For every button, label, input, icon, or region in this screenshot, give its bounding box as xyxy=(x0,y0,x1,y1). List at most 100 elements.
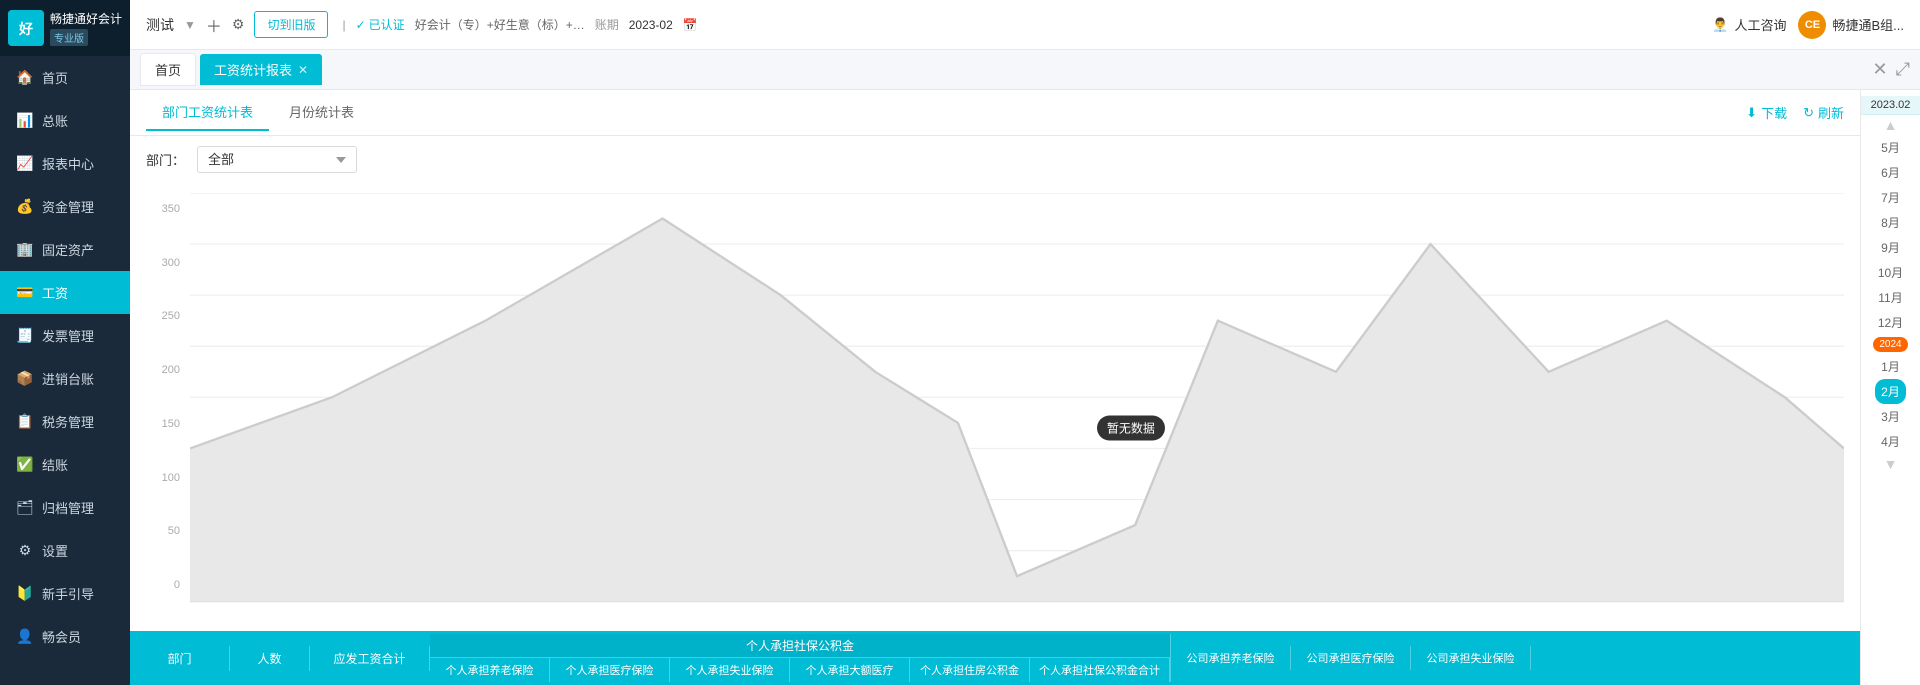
tab-close-button[interactable]: ✕ xyxy=(298,63,308,77)
sidebar-item-settings[interactable]: ⚙ 设置 xyxy=(0,529,130,572)
sidebar-item-invoice[interactable]: 🧾 发票管理 xyxy=(0,314,130,357)
content-panel: 部门工资统计表 月份统计表 ⬇ 下载 ↻ 刷新 xyxy=(130,90,1860,685)
sidebar-label-home: 首页 xyxy=(42,68,68,87)
report-icon: 📈 xyxy=(16,155,34,172)
sidebar: 好 畅捷通好会计 专业版 🏠 首页 📊 总账 📈 报表中心 💰 xyxy=(0,0,130,685)
date-nav-down[interactable]: ▼ xyxy=(1882,454,1900,474)
sidebar-item-salary[interactable]: 💳 工资 xyxy=(0,271,130,314)
minimize-button[interactable]: ✕ xyxy=(1873,59,1888,80)
th-payroll: 应发工资合计 xyxy=(310,646,430,671)
th-personal-unemployment: 个人承担失业保险 xyxy=(670,658,790,682)
topbar-right: 👨‍💼 人工咨询 CE 畅捷通B组... xyxy=(1712,11,1904,39)
sidebar-label-fund: 资金管理 xyxy=(42,197,94,216)
sidebar-header: 好 畅捷通好会计 专业版 xyxy=(0,0,130,56)
sidebar-label-invoice: 发票管理 xyxy=(42,326,94,345)
date-month-10[interactable]: 10月 xyxy=(1861,260,1920,285)
dept-filter-select[interactable]: 全部 财务部 人事部 销售部 技术部 xyxy=(197,146,357,173)
ai-consultant-button[interactable]: 👨‍💼 人工咨询 xyxy=(1712,15,1786,34)
sidebar-label-stock: 进销台账 xyxy=(42,369,94,388)
refresh-button[interactable]: ↻ 刷新 xyxy=(1803,103,1844,122)
secondary-tabs: 部门工资统计表 月份统计表 ⬇ 下载 ↻ 刷新 xyxy=(130,90,1860,136)
date-month-9[interactable]: 9月 xyxy=(1861,235,1920,260)
y-label-150: 150 xyxy=(146,418,186,430)
date-month-4-2024[interactable]: 4月 xyxy=(1861,429,1920,454)
th-personal-housing: 个人承担住房公积金 xyxy=(910,658,1030,682)
sidebar-item-fund[interactable]: 💰 资金管理 xyxy=(0,185,130,228)
date-month-7[interactable]: 7月 xyxy=(1861,185,1920,210)
salary-icon: 💳 xyxy=(16,284,34,301)
sidebar-item-home[interactable]: 🏠 首页 xyxy=(0,56,130,99)
guide-icon: 🔰 xyxy=(16,585,34,602)
sidebar-item-archive[interactable]: 🗂 归档管理 xyxy=(0,486,130,529)
table-header-bar: 部门 人数 应发工资合计 个人承担社保公积金 个人承担养老保险 个人承担医疗保险… xyxy=(130,631,1860,685)
sidebar-item-ledger[interactable]: 📊 总账 xyxy=(0,99,130,142)
sidebar-item-asset[interactable]: 🏢 固定资产 xyxy=(0,228,130,271)
sidebar-item-stock[interactable]: 📦 进销台账 xyxy=(0,357,130,400)
period-value: 2023-02 xyxy=(629,18,673,32)
maximize-button[interactable]: ⤢ xyxy=(1896,59,1910,80)
th-personal-extra-medical: 个人承担大额医疗 xyxy=(790,658,910,682)
chart-area: 0 50 100 150 200 250 300 350 xyxy=(130,183,1860,631)
topbar: 测试 ▼ ＋ ⚙ 切到旧版 | ✓ 已认证 好会计（专）+好生意（标）+… 账期… xyxy=(130,0,1920,50)
app-logo: 好 xyxy=(8,10,44,46)
date-month-1-2024[interactable]: 1月 xyxy=(1861,354,1920,379)
verified-icon: ✓ xyxy=(356,18,366,32)
separator1: | xyxy=(342,18,345,32)
sidebar-label-closeacct: 结账 xyxy=(42,455,68,474)
tab-monthly[interactable]: 月份统计表 xyxy=(273,94,370,131)
period-label: 账期 xyxy=(595,16,619,33)
sidebar-item-closeacct[interactable]: ✅ 结账 xyxy=(0,443,130,486)
y-label-100: 100 xyxy=(146,472,186,484)
tab-home[interactable]: 首页 xyxy=(140,53,196,86)
app-edition: 专业版 xyxy=(50,29,88,46)
stock-icon: 📦 xyxy=(16,370,34,387)
tab-dept-label: 部门工资统计表 xyxy=(162,105,253,120)
tab-dept-salary[interactable]: 部门工资统计表 xyxy=(146,94,269,131)
svg-text:好: 好 xyxy=(18,21,33,37)
sidebar-item-report[interactable]: 📈 报表中心 xyxy=(0,142,130,185)
th-company-medical: 公司承担医疗保险 xyxy=(1291,646,1411,670)
date-nav-up[interactable]: ▲ xyxy=(1882,115,1900,135)
calendar-icon[interactable]: 📅 xyxy=(683,18,698,32)
sidebar-label-tax: 税务管理 xyxy=(42,412,94,431)
sidebar-label-member: 畅会员 xyxy=(42,627,81,646)
home-icon: 🏠 xyxy=(16,69,34,86)
sidebar-item-tax[interactable]: 📋 税务管理 xyxy=(0,400,130,443)
date-month-11[interactable]: 11月 xyxy=(1861,285,1920,310)
download-label: 下载 xyxy=(1761,103,1787,122)
user-profile[interactable]: CE 畅捷通B组... xyxy=(1798,11,1904,39)
user-avatar: CE xyxy=(1798,11,1826,39)
page-area: 部门工资统计表 月份统计表 ⬇ 下载 ↻ 刷新 xyxy=(130,90,1920,685)
date-month-12[interactable]: 12月 xyxy=(1861,310,1920,335)
verified-label: 已认证 xyxy=(369,16,405,33)
date-month-2-2024[interactable]: 2月 xyxy=(1875,379,1906,404)
settings-button[interactable]: ⚙ xyxy=(232,16,245,33)
tab-salary-report[interactable]: 工资统计报表 ✕ xyxy=(200,54,322,85)
download-icon: ⬇ xyxy=(1746,105,1757,121)
date-month-5[interactable]: 5月 xyxy=(1861,135,1920,160)
archive-icon: 🗂 xyxy=(16,499,34,516)
company-dropdown-icon[interactable]: ▼ xyxy=(184,18,196,32)
switch-old-button[interactable]: 切到旧版 xyxy=(254,11,328,38)
filter-bar: 部门： 全部 财务部 人事部 销售部 技术部 xyxy=(130,136,1860,183)
fund-icon: 💰 xyxy=(16,198,34,215)
settings-icon: ⚙ xyxy=(16,542,34,559)
date-month-6[interactable]: 6月 xyxy=(1861,160,1920,185)
y-label-50: 50 xyxy=(146,525,186,537)
tax-icon: 📋 xyxy=(16,413,34,430)
download-button[interactable]: ⬇ 下载 xyxy=(1746,103,1787,122)
sidebar-label-settings: 设置 xyxy=(42,541,68,560)
sidebar-item-guide[interactable]: 🔰 新手引导 xyxy=(0,572,130,615)
y-label-350: 350 xyxy=(146,203,186,215)
date-month-8[interactable]: 8月 xyxy=(1861,210,1920,235)
closeacct-icon: ✅ xyxy=(16,456,34,473)
th-personal-cols: 个人承担养老保险 个人承担医疗保险 个人承担失业保险 个人承担大额医疗 个人承担… xyxy=(430,658,1170,682)
add-company-button[interactable]: ＋ xyxy=(206,13,222,37)
date-panel-header: 2023.02 xyxy=(1861,96,1920,115)
date-month-3-2024[interactable]: 3月 xyxy=(1861,404,1920,429)
sidebar-nav: 🏠 首页 📊 总账 📈 报表中心 💰 资金管理 🏢 固定资产 💳 工资 xyxy=(0,56,130,685)
tab-salary-label: 工资统计报表 xyxy=(214,60,292,79)
sidebar-label-asset: 固定资产 xyxy=(42,240,94,259)
th-personal-group: 个人承担社保公积金 个人承担养老保险 个人承担医疗保险 个人承担失业保险 个人承… xyxy=(430,634,1171,682)
sidebar-item-member[interactable]: 👤 畅会员 xyxy=(0,615,130,658)
